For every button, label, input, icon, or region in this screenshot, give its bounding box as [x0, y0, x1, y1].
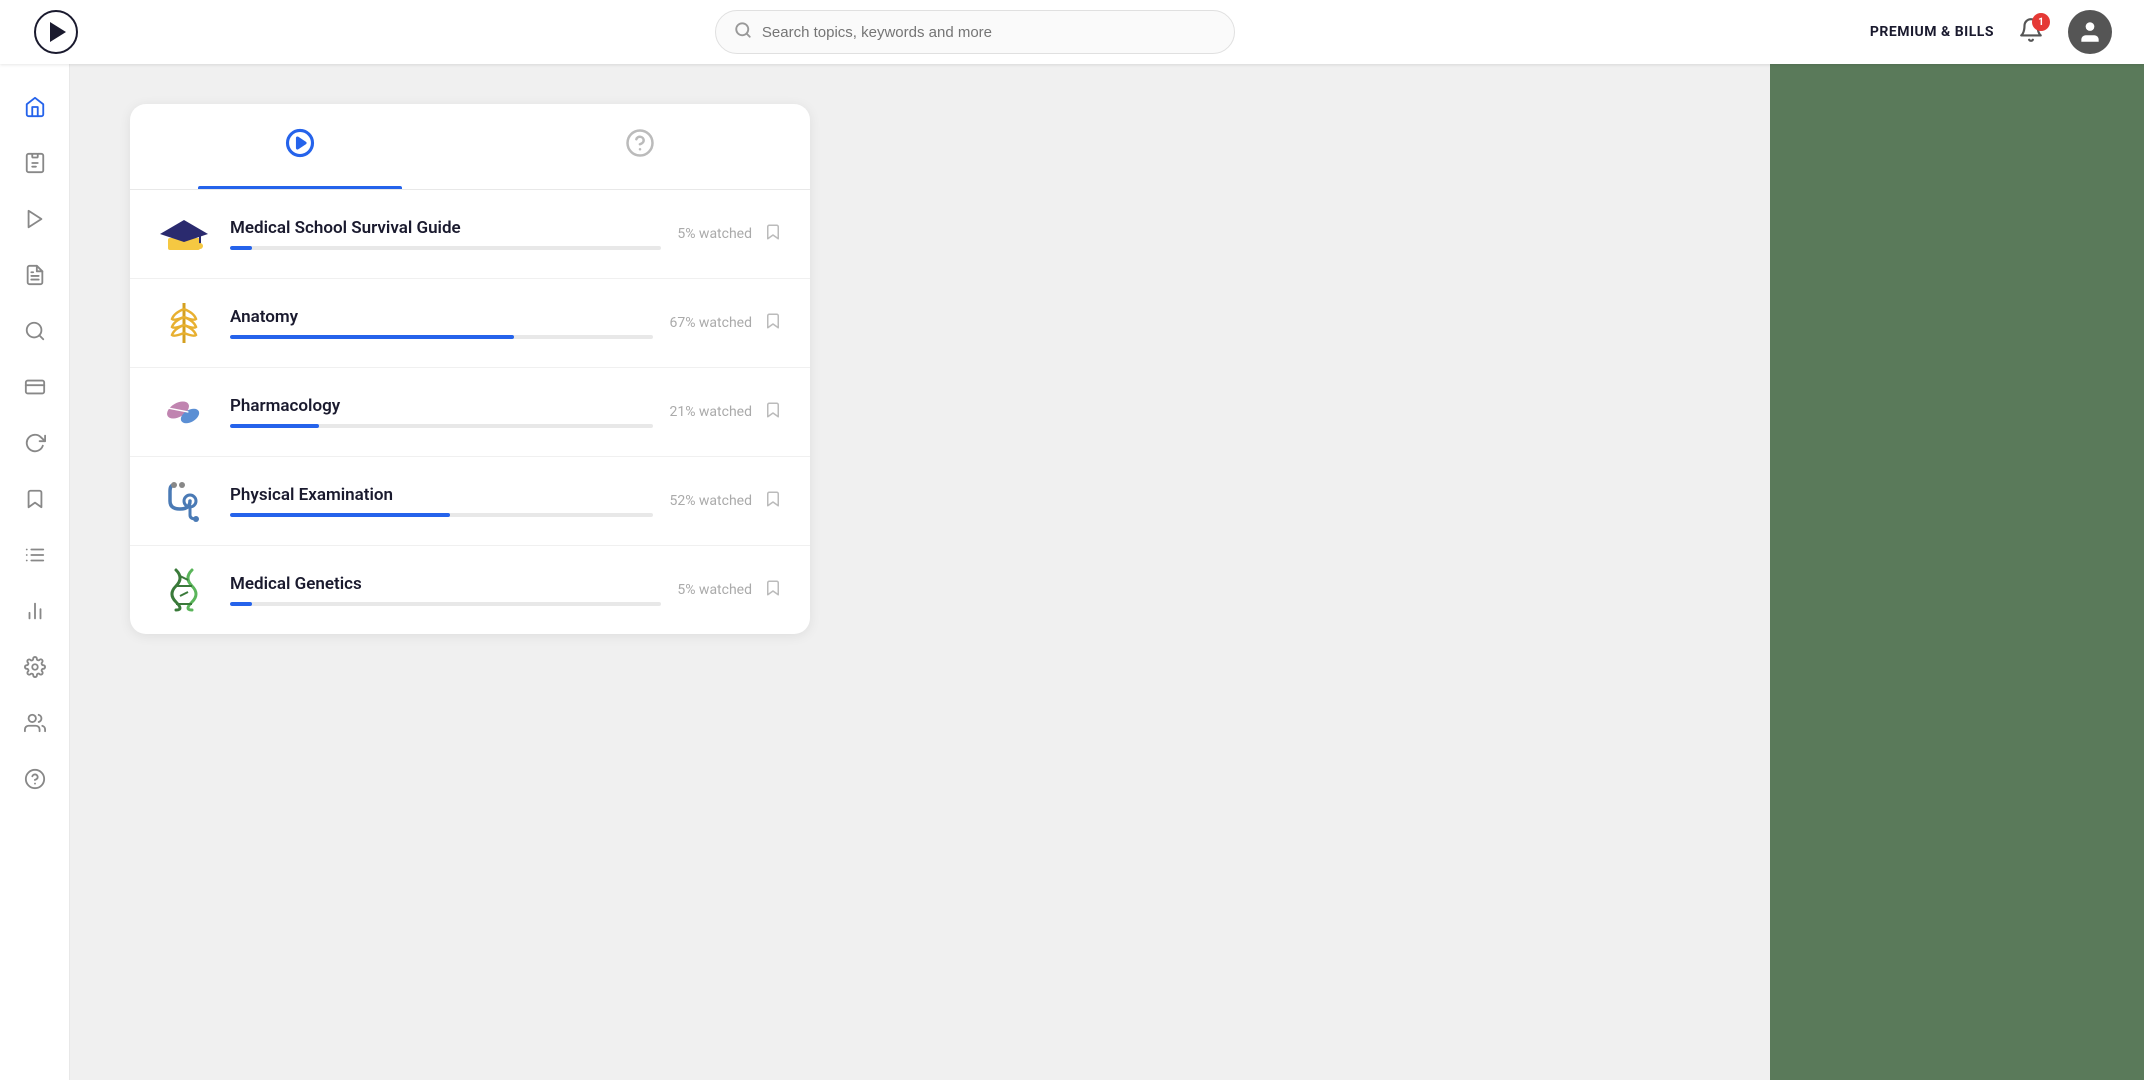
logo[interactable]: [32, 8, 80, 56]
list-item[interactable]: Medical Genetics 5% watched: [130, 546, 810, 634]
logo-play-icon: [50, 22, 66, 42]
list-item[interactable]: Pharmacology 21% watched: [130, 368, 810, 457]
course-icon-physical-examination: [158, 475, 210, 527]
course-progress-bar: [230, 424, 653, 428]
course-progress-bar: [230, 513, 653, 517]
sidebar-item-help[interactable]: [12, 756, 58, 802]
right-panel: [1770, 64, 2144, 1080]
search-area: [80, 10, 1870, 54]
course-progress-fill: [230, 424, 319, 428]
course-title: Medical Genetics: [230, 574, 661, 594]
notification-badge: 1: [2032, 13, 2050, 31]
course-right: 67% watched: [669, 311, 782, 335]
course-watched-label: 5% watched: [677, 582, 752, 598]
course-watched-label: 52% watched: [669, 493, 752, 509]
notification-button[interactable]: 1: [2018, 17, 2044, 47]
course-icon-survival-guide: [158, 208, 210, 260]
course-progress-bar: [230, 246, 661, 250]
sidebar-item-stats[interactable]: [12, 588, 58, 634]
course-info-survival-guide: Medical School Survival Guide: [230, 218, 661, 250]
sidebar-item-search[interactable]: [12, 308, 58, 354]
course-progress-fill: [230, 602, 252, 606]
premium-bills-button[interactable]: PREMIUM & BILLS: [1870, 24, 1994, 40]
search-box[interactable]: [715, 10, 1235, 54]
course-progress-fill: [230, 513, 450, 517]
tab-videos[interactable]: [130, 104, 470, 189]
course-watched-label: 67% watched: [669, 315, 752, 331]
header-right: PREMIUM & BILLS 1: [1870, 10, 2112, 54]
body: Medical School Survival Guide 5% watched: [0, 64, 2144, 1080]
main-content: Medical School Survival Guide 5% watched: [70, 64, 1770, 1080]
sidebar-item-videos[interactable]: [12, 196, 58, 242]
course-card: Medical School Survival Guide 5% watched: [130, 104, 810, 634]
avatar-icon: [2077, 19, 2103, 45]
question-tab-icon: [625, 128, 655, 165]
course-progress-bar: [230, 335, 653, 339]
avatar[interactable]: [2068, 10, 2112, 54]
course-title: Physical Examination: [230, 485, 653, 505]
course-icon-medical-genetics: [158, 564, 210, 616]
course-progress-bar: [230, 602, 661, 606]
sidebar-item-flashcards[interactable]: [12, 364, 58, 410]
header: PREMIUM & BILLS 1: [0, 0, 2144, 64]
sidebar-item-bookmarks[interactable]: [12, 476, 58, 522]
list-item[interactable]: Physical Examination 52% watched: [130, 457, 810, 546]
course-watched-label: 5% watched: [677, 226, 752, 242]
search-icon: [734, 21, 752, 44]
course-right: 52% watched: [669, 489, 782, 513]
course-info-anatomy: Anatomy: [230, 307, 653, 339]
sidebar-item-home[interactable]: [12, 84, 58, 130]
list-item[interactable]: Medical School Survival Guide 5% watched: [130, 190, 810, 279]
course-title: Anatomy: [230, 307, 653, 327]
search-input[interactable]: [762, 24, 1216, 41]
course-title: Medical School Survival Guide: [230, 218, 661, 238]
bookmark-icon[interactable]: [764, 489, 782, 513]
bookmark-icon[interactable]: [764, 311, 782, 335]
bookmark-icon[interactable]: [764, 222, 782, 246]
course-icon-pharmacology: [158, 386, 210, 438]
sidebar-item-users[interactable]: [12, 700, 58, 746]
course-right: 21% watched: [669, 400, 782, 424]
sidebar-item-list[interactable]: [12, 532, 58, 578]
course-title: Pharmacology: [230, 396, 653, 416]
card-tabs: [130, 104, 810, 190]
course-info-pharmacology: Pharmacology: [230, 396, 653, 428]
sidebar: [0, 64, 70, 1080]
bookmark-icon[interactable]: [764, 400, 782, 424]
list-item[interactable]: Anatomy 67% watched: [130, 279, 810, 368]
sidebar-item-settings[interactable]: [12, 644, 58, 690]
sidebar-item-notes[interactable]: [12, 252, 58, 298]
course-list: Medical School Survival Guide 5% watched: [130, 190, 810, 634]
course-info-physical-examination: Physical Examination: [230, 485, 653, 517]
course-info-medical-genetics: Medical Genetics: [230, 574, 661, 606]
course-watched-label: 21% watched: [669, 404, 752, 420]
course-right: 5% watched: [677, 578, 782, 602]
bookmark-icon[interactable]: [764, 578, 782, 602]
play-tab-icon: [285, 128, 315, 165]
course-progress-fill: [230, 246, 252, 250]
course-right: 5% watched: [677, 222, 782, 246]
sidebar-item-clipboard[interactable]: [12, 140, 58, 186]
tab-questions[interactable]: [470, 104, 810, 189]
course-progress-fill: [230, 335, 514, 339]
sidebar-item-progress[interactable]: [12, 420, 58, 466]
course-icon-anatomy: [158, 297, 210, 349]
